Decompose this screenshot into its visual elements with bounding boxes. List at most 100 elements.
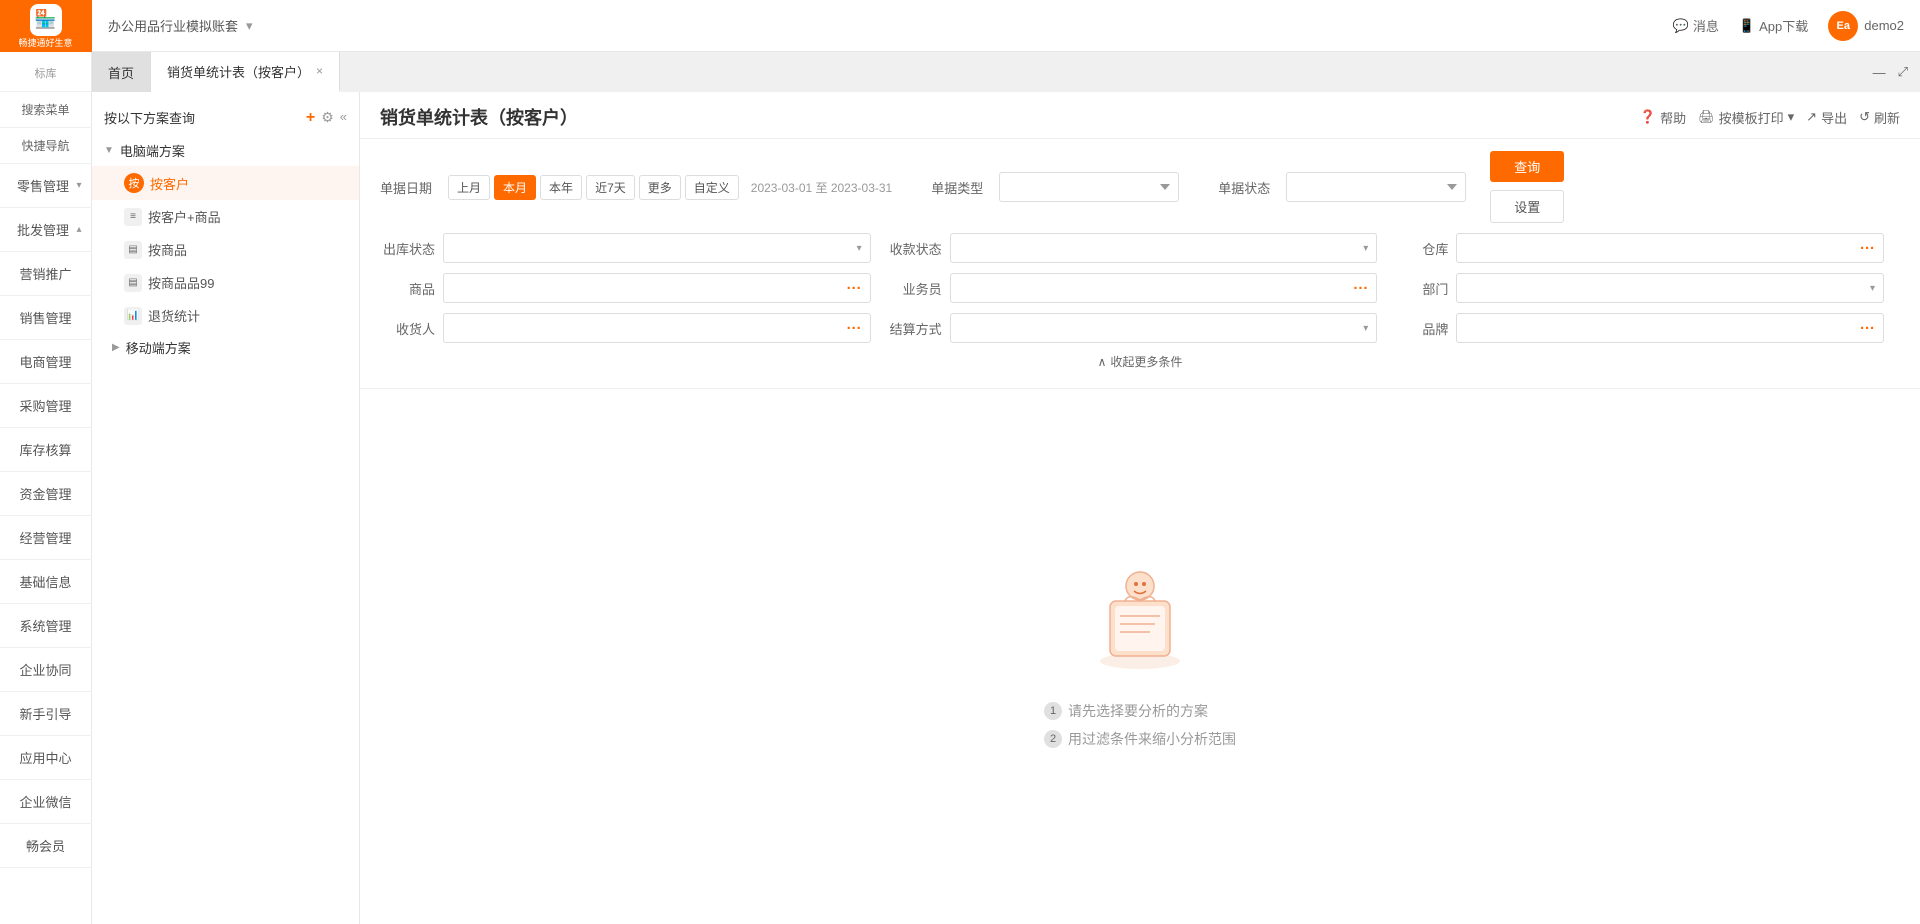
- refresh-button[interactable]: ↺ 刷新: [1859, 108, 1900, 127]
- sidebar-quicknav-label: 快捷导航: [21, 137, 69, 154]
- date-label: 单据日期: [380, 178, 432, 197]
- dept-control[interactable]: ▾: [1456, 273, 1884, 303]
- filter-dept: 部门 ▾: [1393, 273, 1900, 303]
- by-product-99-label: 按商品品99: [148, 273, 214, 292]
- app-logo[interactable]: 🏪 畅捷通好生意: [0, 0, 92, 52]
- recipient-control[interactable]: ···: [443, 313, 871, 343]
- plan-panel-header: 按以下方案查询 + ⚙ «: [92, 100, 359, 135]
- print-label: 按模板打印: [1719, 108, 1784, 127]
- plan-settings-icon[interactable]: ⚙: [321, 109, 334, 127]
- help-button[interactable]: ❓ 帮助: [1640, 108, 1686, 127]
- tree-item-by-product-99[interactable]: ▤ 按商品品99: [92, 266, 359, 299]
- tab-home[interactable]: 首页: [92, 52, 151, 92]
- sidebar-item-business[interactable]: 经营管理: [0, 516, 92, 560]
- doc-status-select[interactable]: [1286, 172, 1466, 202]
- tab-sales-stat[interactable]: 销货单统计表（按客户） ×: [151, 52, 340, 92]
- date-btn-more[interactable]: 更多: [639, 175, 681, 200]
- salesperson-dots-icon: ···: [1353, 280, 1368, 297]
- tree-group-mobile-header[interactable]: ▶ 移动端方案: [92, 332, 359, 363]
- sidebar-item-ecommerce[interactable]: 电商管理: [0, 340, 92, 384]
- message-label: 消息: [1693, 16, 1719, 35]
- sidebar-sales-label: 销售管理: [10, 308, 82, 327]
- tree-item-by-product[interactable]: ▤ 按商品: [92, 233, 359, 266]
- salesperson-control[interactable]: ···: [950, 273, 1378, 303]
- plan-panel-actions: + ⚙ «: [306, 109, 347, 127]
- sidebar-search-label: 搜索菜单: [21, 101, 69, 118]
- plan-panel-title: 按以下方案查询: [104, 108, 195, 127]
- sidebar-item-wechat[interactable]: 企业微信: [0, 780, 92, 824]
- by-customer-icon: 按: [124, 173, 144, 193]
- sidebar-item-collab[interactable]: 企业协同: [0, 648, 92, 692]
- date-btn-custom[interactable]: 自定义: [685, 175, 739, 200]
- sidebar-item-inventory[interactable]: 库存核算: [0, 428, 92, 472]
- app-download-button[interactable]: 📱 App下载: [1739, 16, 1808, 35]
- tab-bar-actions: — ⤢: [1869, 60, 1920, 84]
- tab-maximize-icon[interactable]: ⤢: [1894, 60, 1912, 84]
- page-header: 销货单统计表（按客户） ❓ 帮助 🖨 按模板打印 ▾ ↗ 导出: [360, 92, 1920, 139]
- sidebar-item-retail[interactable]: 零售管理 ▾: [0, 164, 92, 208]
- filter-out-status: 出库状态 ▾: [380, 233, 887, 263]
- empty-tip-2: 2 用过滤条件来缩小分析范围: [1044, 725, 1236, 753]
- tab-minimize-icon[interactable]: —: [1869, 61, 1890, 84]
- right-panel: 销货单统计表（按客户） ❓ 帮助 🖨 按模板打印 ▾ ↗ 导出: [360, 92, 1920, 924]
- tab-close-icon[interactable]: ×: [316, 64, 323, 78]
- date-btn-7days[interactable]: 近7天: [586, 175, 635, 200]
- help-icon: ❓: [1640, 109, 1656, 125]
- query-button[interactable]: 查询: [1490, 151, 1564, 182]
- tree-item-by-customer-product[interactable]: ≡ 按客户+商品: [92, 200, 359, 233]
- payment-status-control[interactable]: ▾: [950, 233, 1378, 263]
- logo-icon: 🏪: [30, 4, 62, 36]
- plan-collapse-icon[interactable]: «: [340, 109, 347, 127]
- collapse-bar[interactable]: ∧ 收起更多条件: [380, 347, 1900, 376]
- tree-group-desktop-header[interactable]: ▼ 电脑端方案: [92, 135, 359, 166]
- sidebar-item-wholesale[interactable]: 批发管理 ▴: [0, 208, 92, 252]
- mobile-expand-icon: ▶: [112, 342, 120, 353]
- top-bar-dropdown-icon[interactable]: ▾: [246, 18, 253, 34]
- content-area: 按以下方案查询 + ⚙ « ▼ 电脑端方案 按 按客户 ≡: [92, 92, 1920, 924]
- sidebar-item-basic[interactable]: 基础信息: [0, 560, 92, 604]
- search-menu-button[interactable]: 标库: [0, 52, 92, 92]
- by-customer-product-label: 按客户+商品: [148, 207, 221, 226]
- filter-row-3: 商品 ··· 业务员 ··· 部门: [380, 273, 1900, 303]
- logo-text: 畅捷通好生意: [18, 38, 72, 49]
- brand-control[interactable]: ···: [1456, 313, 1884, 343]
- date-btn-thismonth[interactable]: 本月: [494, 175, 536, 200]
- message-button[interactable]: 💬 消息: [1673, 16, 1719, 35]
- sidebar-newuser-label: 新手引导: [10, 704, 82, 723]
- tree-item-refund[interactable]: 📊 退货统计: [92, 299, 359, 332]
- empty-tips: 1 请先选择要分析的方案 2 用过滤条件来缩小分析范围: [1044, 697, 1236, 753]
- payment-status-dropdown-icon: ▾: [1363, 243, 1368, 254]
- sidebar-item-quicknav[interactable]: 快捷导航: [0, 128, 92, 164]
- sidebar-item-appcenter[interactable]: 应用中心: [0, 736, 92, 780]
- warehouse-control[interactable]: ···: [1456, 233, 1884, 263]
- doc-status-label: 单据状态: [1215, 178, 1270, 197]
- sidebar-item-marketing[interactable]: 营销推广: [0, 252, 92, 296]
- sidebar-item-member[interactable]: 畅会员: [0, 824, 92, 868]
- tree-item-by-customer[interactable]: 按 按客户: [92, 166, 359, 200]
- settings-button[interactable]: 设置: [1490, 190, 1564, 223]
- sidebar-item-sales[interactable]: 销售管理: [0, 296, 92, 340]
- settlement-control[interactable]: ▾: [950, 313, 1378, 343]
- date-btn-lastmonth[interactable]: 上月: [448, 175, 490, 200]
- tab-home-label: 首页: [108, 63, 134, 82]
- sidebar-item-finance[interactable]: 资金管理: [0, 472, 92, 516]
- print-dropdown-icon: ▾: [1788, 109, 1795, 125]
- date-btn-thisyear[interactable]: 本年: [540, 175, 582, 200]
- tip2-num: 2: [1044, 730, 1062, 748]
- sidebar-item-system[interactable]: 系统管理: [0, 604, 92, 648]
- sidebar-item-search[interactable]: 搜索菜单: [0, 92, 92, 128]
- plan-add-icon[interactable]: +: [306, 109, 315, 127]
- sidebar-item-purchase[interactable]: 采购管理: [0, 384, 92, 428]
- doc-type-select[interactable]: [999, 172, 1179, 202]
- print-icon: 🖨: [1698, 109, 1715, 125]
- print-button[interactable]: 🖨 按模板打印 ▾: [1698, 108, 1794, 127]
- tab-sales-stat-label: 销货单统计表（按客户）: [167, 62, 310, 81]
- user-area[interactable]: Ea demo2: [1828, 11, 1904, 41]
- chevron-up-icon: ▴: [76, 224, 81, 235]
- filter-brand: 品牌 ···: [1393, 313, 1900, 343]
- product-control[interactable]: ···: [443, 273, 871, 303]
- sidebar-item-newuser[interactable]: 新手引导: [0, 692, 92, 736]
- page-actions: ❓ 帮助 🖨 按模板打印 ▾ ↗ 导出 ↺ 刷新: [1640, 108, 1900, 127]
- export-button[interactable]: ↗ 导出: [1806, 108, 1847, 127]
- out-status-control[interactable]: ▾: [443, 233, 871, 263]
